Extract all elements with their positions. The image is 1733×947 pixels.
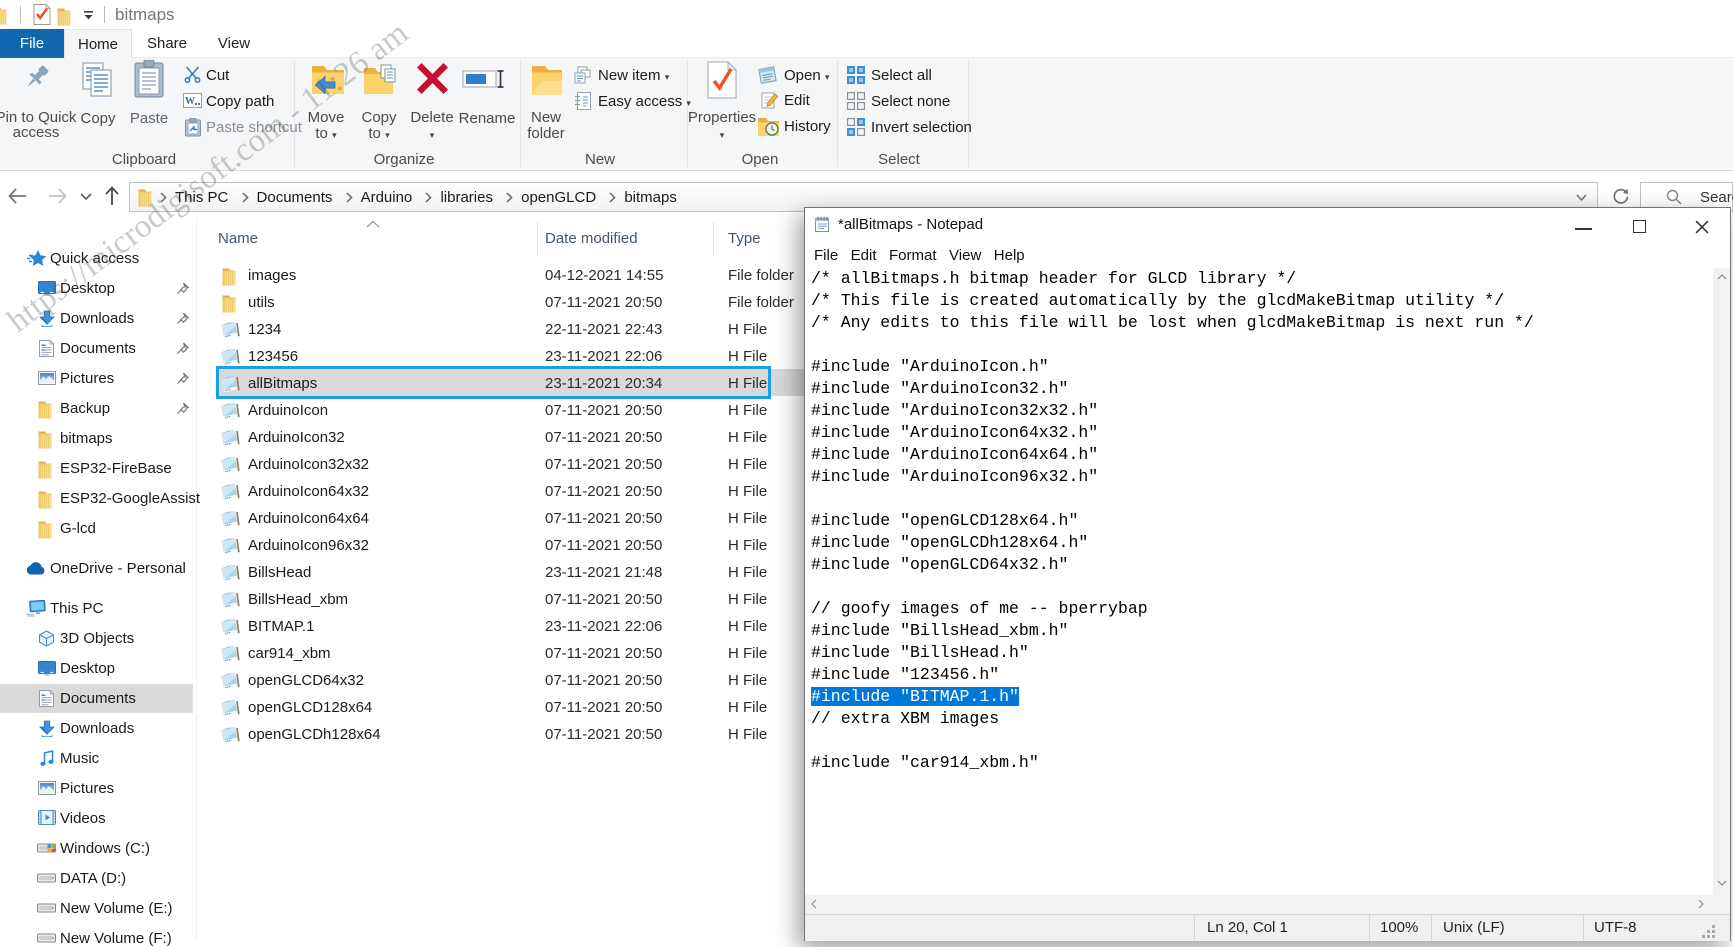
svg-text:W: W [185, 96, 195, 107]
